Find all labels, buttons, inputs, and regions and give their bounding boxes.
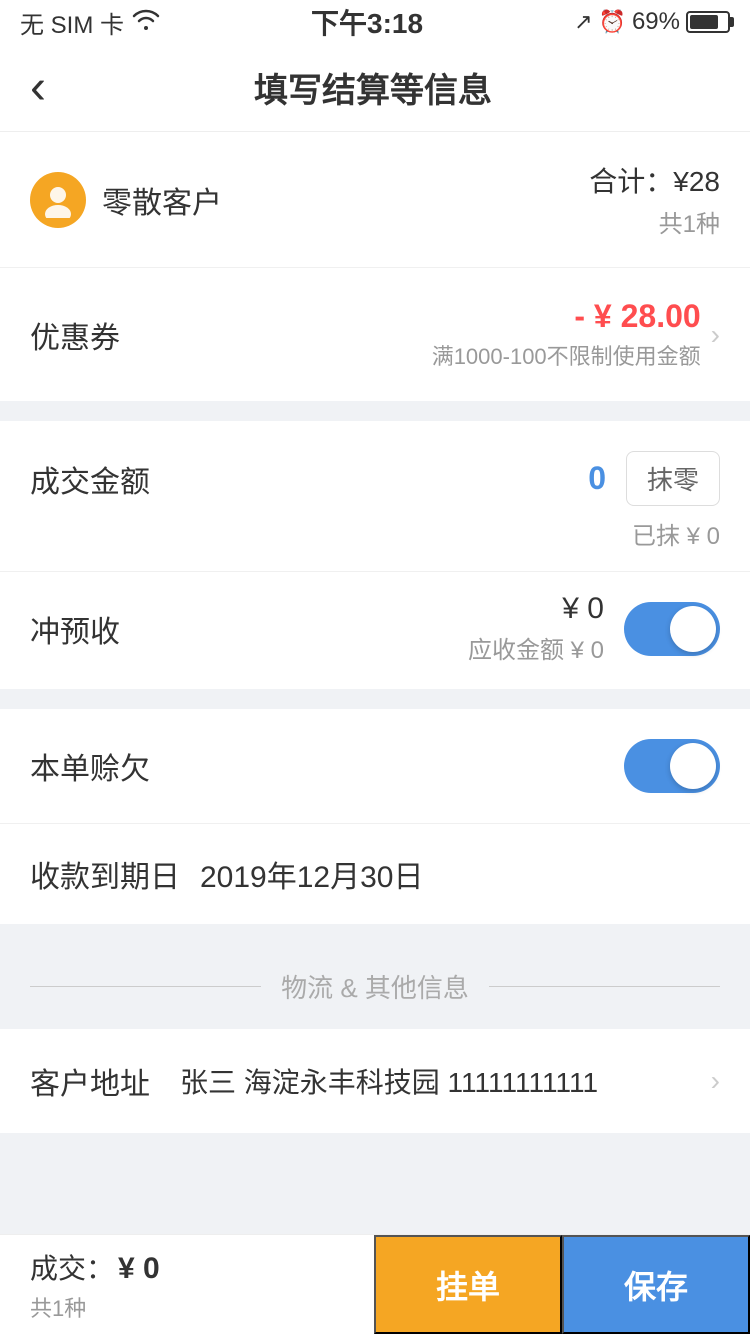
debt-row: 本单赊欠 bbox=[0, 709, 750, 823]
divider-left bbox=[30, 986, 261, 987]
bottom-deal-label: 成交： bbox=[30, 1247, 114, 1287]
deal-amount: 0 bbox=[588, 460, 606, 497]
toggle-knob bbox=[670, 606, 716, 652]
customer-left: 零散客户 bbox=[30, 172, 222, 228]
deal-label: 成交金额 bbox=[30, 457, 150, 501]
prepaid-right: ¥ 0 应收金额 ¥ 0 bbox=[468, 592, 720, 665]
prepaid-sub: 应收金额 ¥ 0 bbox=[468, 630, 604, 665]
customer-section: 零散客户 合计：¥28 共1种 优惠券 - ¥ 28.00 满1000-100不… bbox=[0, 132, 750, 401]
customer-row: 零散客户 合计：¥28 共1种 bbox=[0, 132, 750, 267]
logistics-label: 物流 & 其他信息 bbox=[281, 968, 469, 1005]
address-row[interactable]: 客户地址 张三 海淀永丰科技园 11111111111 › bbox=[0, 1029, 750, 1133]
prepaid-label: 冲预收 bbox=[30, 607, 120, 651]
bottom-deal-row: 成交： ¥ 0 bbox=[30, 1247, 344, 1287]
carrier-text: 无 SIM 卡 bbox=[20, 5, 124, 40]
bottom-info: 成交： ¥ 0 共1种 bbox=[0, 1235, 374, 1334]
status-time: 下午3:18 bbox=[311, 2, 423, 42]
due-label: 收款到期日 bbox=[30, 852, 180, 896]
deal-sub: 已抹 ¥ 0 bbox=[0, 516, 750, 571]
status-bar: 无 SIM 卡 下午3:18 ↗ ⏰ 69% bbox=[0, 0, 750, 44]
divider-right bbox=[489, 986, 720, 987]
back-button[interactable]: ‹ bbox=[30, 50, 66, 125]
address-value: 张三 海淀永丰科技园 11111111111 bbox=[180, 1061, 711, 1101]
address-label: 客户地址 bbox=[30, 1059, 150, 1103]
bottom-bar: 成交： ¥ 0 共1种 挂单 保存 bbox=[0, 1234, 750, 1334]
deal-right: 0 抹零 bbox=[588, 451, 720, 506]
page-title: 填写结算等信息 bbox=[66, 63, 680, 112]
pending-button[interactable]: 挂单 bbox=[374, 1235, 562, 1334]
coupon-right-col: - ¥ 28.00 满1000-100不限制使用金额 bbox=[432, 298, 701, 371]
prepaid-amount: ¥ 0 bbox=[468, 592, 604, 626]
debt-toggle-knob bbox=[670, 743, 716, 789]
save-button[interactable]: 保存 bbox=[562, 1235, 750, 1334]
chevron-right-icon: › bbox=[711, 319, 720, 351]
alarm-icon: ⏰ bbox=[599, 9, 626, 35]
bottom-deal-amount: ¥ 0 bbox=[118, 1252, 160, 1286]
avatar bbox=[30, 172, 86, 228]
battery-icon bbox=[686, 11, 730, 33]
prepaid-toggle[interactable] bbox=[624, 602, 720, 656]
nav-bar: ‹ 填写结算等信息 bbox=[0, 44, 750, 132]
coupon-value: - ¥ 28.00 bbox=[432, 298, 701, 335]
customer-total: 合计：¥28 bbox=[589, 160, 720, 200]
bottom-count: 共1种 bbox=[30, 1291, 344, 1323]
logistics-header: 物流 & 其他信息 bbox=[0, 944, 750, 1029]
due-date: 2019年12月30日 bbox=[200, 852, 423, 896]
wifi-icon bbox=[132, 8, 160, 37]
coupon-desc: 满1000-100不限制使用金额 bbox=[432, 339, 701, 371]
coupon-right: - ¥ 28.00 满1000-100不限制使用金额 › bbox=[432, 298, 720, 371]
coupon-row[interactable]: 优惠券 - ¥ 28.00 满1000-100不限制使用金额 › bbox=[0, 267, 750, 401]
status-right: ↗ ⏰ 69% bbox=[574, 8, 730, 36]
deal-row: 成交金额 0 抹零 bbox=[0, 421, 750, 516]
debt-toggle[interactable] bbox=[624, 739, 720, 793]
customer-count: 共1种 bbox=[589, 204, 720, 239]
prepaid-amount-col: ¥ 0 应收金额 ¥ 0 bbox=[468, 592, 604, 665]
customer-name: 零散客户 bbox=[102, 178, 222, 222]
debt-label: 本单赊欠 bbox=[30, 744, 150, 788]
status-left: 无 SIM 卡 bbox=[20, 5, 160, 40]
battery-text: 69% bbox=[632, 8, 680, 36]
deal-section: 成交金额 0 抹零 已抹 ¥ 0 冲预收 ¥ 0 应收金额 ¥ 0 bbox=[0, 421, 750, 689]
coupon-label: 优惠券 bbox=[30, 313, 120, 357]
prepaid-row: 冲预收 ¥ 0 应收金额 ¥ 0 bbox=[0, 571, 750, 689]
rounding-button[interactable]: 抹零 bbox=[626, 451, 720, 506]
debt-section: 本单赊欠 收款到期日 2019年12月30日 bbox=[0, 709, 750, 924]
location-icon: ↗ bbox=[574, 9, 592, 35]
chevron-address-icon: › bbox=[711, 1065, 720, 1097]
due-row: 收款到期日 2019年12月30日 bbox=[0, 823, 750, 924]
customer-right: 合计：¥28 共1种 bbox=[589, 160, 720, 239]
